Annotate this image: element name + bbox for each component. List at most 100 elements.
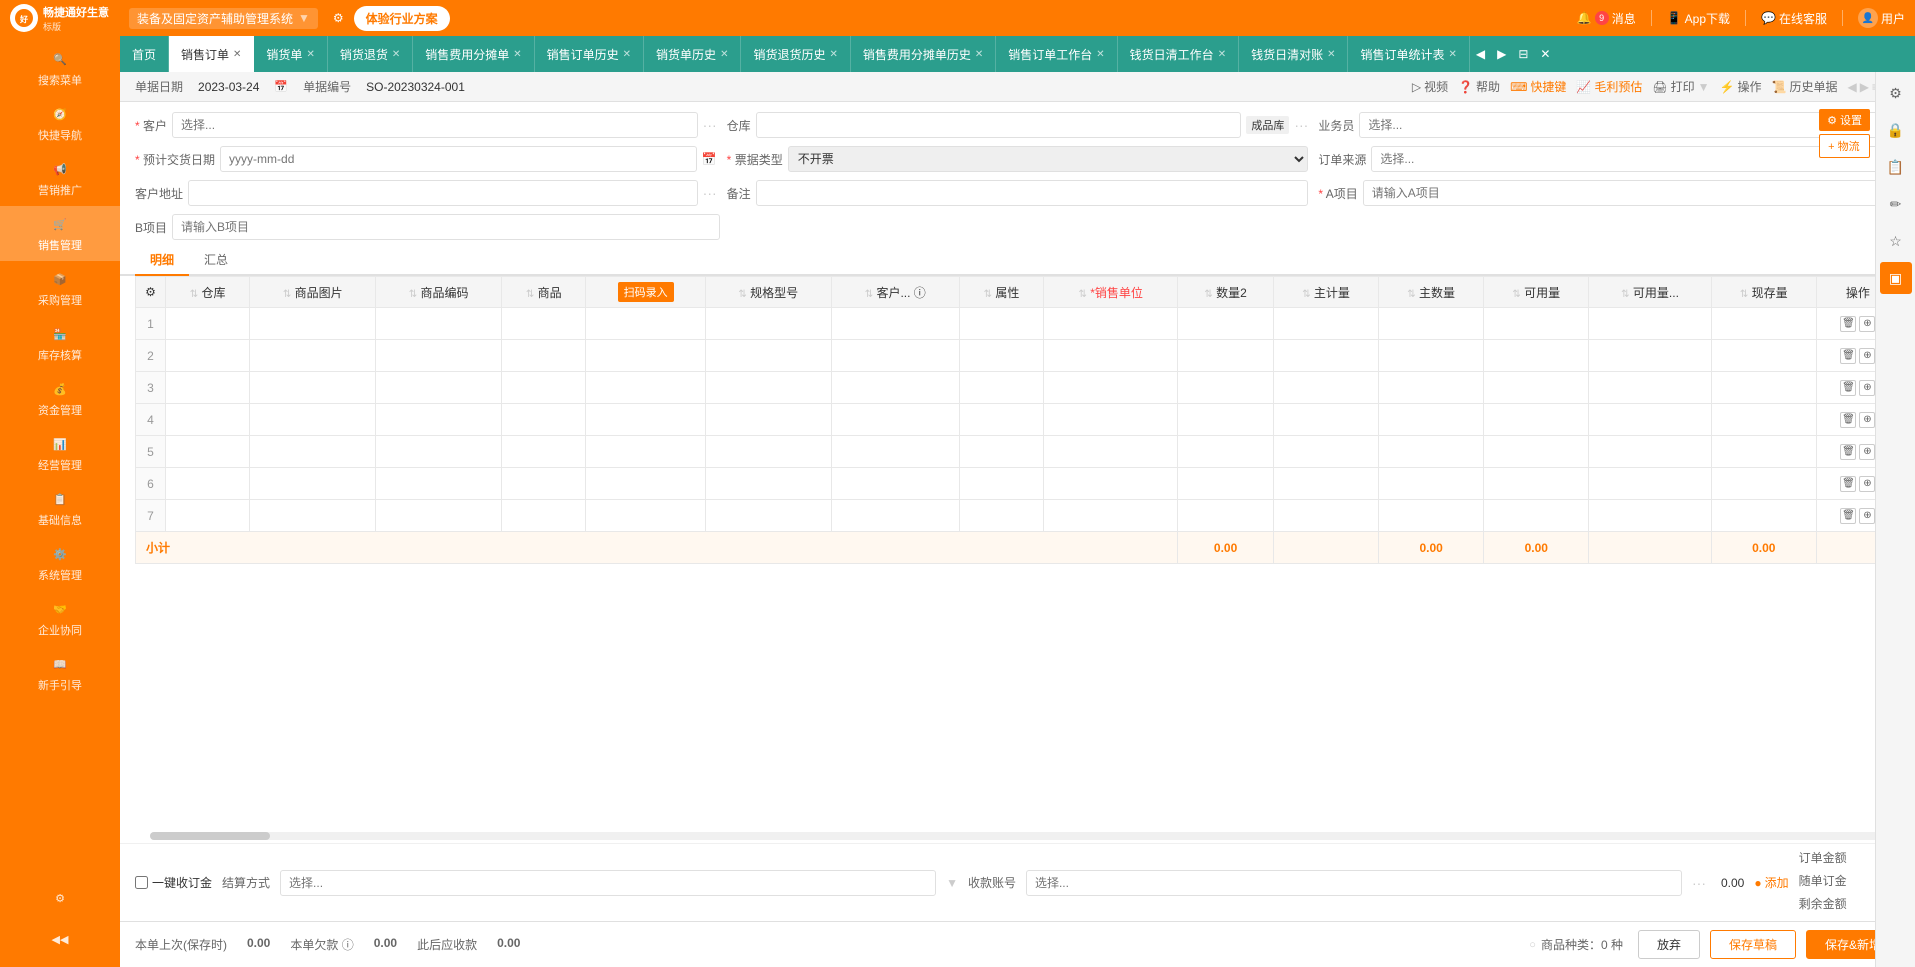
cell-qty2[interactable] bbox=[1178, 436, 1274, 468]
cell-available2[interactable] bbox=[1589, 404, 1711, 436]
tab-detail[interactable]: 明细 bbox=[135, 245, 189, 276]
cell-attr[interactable] bbox=[959, 500, 1043, 532]
cell-goods[interactable] bbox=[502, 340, 586, 372]
cell-image[interactable] bbox=[250, 500, 376, 532]
cell-goods[interactable] bbox=[502, 468, 586, 500]
cell-spec[interactable] bbox=[705, 500, 831, 532]
right-panel-settings-button[interactable]: ⚙ bbox=[1880, 77, 1912, 109]
cell-available[interactable] bbox=[1484, 340, 1589, 372]
tab-expense-history[interactable]: 销售费用分摊单历史 ✕ bbox=[851, 36, 996, 72]
cell-code[interactable] bbox=[376, 308, 502, 340]
account-input[interactable] bbox=[1026, 870, 1682, 896]
account-more-icon[interactable]: ··· bbox=[1692, 875, 1706, 891]
copy-row-icon[interactable]: ⊕ bbox=[1859, 316, 1875, 332]
history-button[interactable]: 📜 历史单据 bbox=[1771, 78, 1837, 95]
tab-summary[interactable]: 汇总 bbox=[189, 245, 243, 276]
delete-row-icon[interactable]: 🗑 bbox=[1840, 508, 1856, 524]
save-draft-button[interactable]: 保存草稿 bbox=[1710, 930, 1796, 959]
cell-image[interactable] bbox=[250, 372, 376, 404]
copy-row-icon[interactable]: ⊕ bbox=[1859, 348, 1875, 364]
customer-more-icon[interactable]: ··· bbox=[703, 117, 717, 133]
cell-warehouse[interactable] bbox=[166, 404, 250, 436]
quick-deposit-checkbox[interactable]: 一键收订金 bbox=[135, 874, 212, 891]
warehouse-more-icon[interactable]: ··· bbox=[1294, 117, 1308, 133]
sidebar-item-inventory[interactable]: 🏪 库存核算 bbox=[0, 316, 120, 371]
sidebar-item-marketing[interactable]: 📢 营销推广 bbox=[0, 151, 120, 206]
tab-close-all-button[interactable]: ✕ bbox=[1534, 36, 1556, 72]
cell-available2[interactable] bbox=[1589, 436, 1711, 468]
cell-spec[interactable] bbox=[705, 404, 831, 436]
cell-available[interactable] bbox=[1484, 436, 1589, 468]
remark-input[interactable] bbox=[756, 180, 1309, 206]
cell-current[interactable] bbox=[1711, 500, 1816, 532]
tab-close-icon[interactable]: ✕ bbox=[623, 49, 631, 60]
cell-spec[interactable] bbox=[705, 436, 831, 468]
tab-sales-return[interactable]: 销货退货 ✕ bbox=[328, 36, 413, 72]
right-panel-lock-button[interactable]: 🔒 bbox=[1880, 114, 1912, 146]
sidebar-item-guide[interactable]: 📖 新手引导 bbox=[0, 646, 120, 701]
right-panel-clipboard-button[interactable]: 📋 bbox=[1880, 151, 1912, 183]
discard-button[interactable]: 放弃 bbox=[1638, 930, 1700, 959]
print-button[interactable]: 🖨 打印 ▼ bbox=[1652, 78, 1709, 95]
cell-qty2[interactable] bbox=[1178, 404, 1274, 436]
profit-button[interactable]: 📈 毛利预估 bbox=[1576, 78, 1642, 95]
cell-customer_code[interactable] bbox=[831, 340, 959, 372]
cell-main_unit[interactable] bbox=[1274, 404, 1379, 436]
cell-attr[interactable] bbox=[959, 340, 1043, 372]
cell-goods[interactable] bbox=[502, 500, 586, 532]
cell-image[interactable] bbox=[250, 404, 376, 436]
cell-main_unit[interactable] bbox=[1274, 372, 1379, 404]
copy-row-icon[interactable]: ⊕ bbox=[1859, 476, 1875, 492]
nav-prev-icon[interactable]: ◀ bbox=[1847, 80, 1856, 94]
salesman-input[interactable] bbox=[1359, 112, 1881, 138]
copy-row-icon[interactable]: ⊕ bbox=[1859, 380, 1875, 396]
cell-main_unit[interactable] bbox=[1274, 468, 1379, 500]
tab-close-icon[interactable]: ✕ bbox=[720, 49, 728, 60]
system-title[interactable]: 装备及固定资产辅助管理系统 ▼ bbox=[129, 8, 318, 29]
sidebar-item-purchase[interactable]: 📦 采购管理 bbox=[0, 261, 120, 316]
cell-spec[interactable] bbox=[705, 468, 831, 500]
cell-customer_code[interactable] bbox=[831, 500, 959, 532]
help-button[interactable]: ❓ 帮助 bbox=[1458, 78, 1500, 95]
cell-image[interactable] bbox=[250, 468, 376, 500]
delivery-calendar-icon[interactable]: 📅 bbox=[702, 152, 717, 166]
cell-code[interactable] bbox=[376, 404, 502, 436]
cell-qty2[interactable] bbox=[1178, 372, 1274, 404]
payment-dropdown-icon[interactable]: ▼ bbox=[946, 876, 958, 890]
cell-attr[interactable] bbox=[959, 372, 1043, 404]
cell-warehouse[interactable] bbox=[166, 340, 250, 372]
cell-attr[interactable] bbox=[959, 404, 1043, 436]
sidebar-item-system[interactable]: ⚙️ 系统管理 bbox=[0, 536, 120, 591]
date-picker-icon[interactable]: 📅 bbox=[274, 80, 288, 93]
delete-row-icon[interactable]: 🗑 bbox=[1840, 476, 1856, 492]
nav-next-icon[interactable]: ▶ bbox=[1860, 80, 1869, 94]
cell-warehouse[interactable] bbox=[166, 468, 250, 500]
order-source-input[interactable] bbox=[1371, 146, 1883, 172]
cell-available[interactable] bbox=[1484, 308, 1589, 340]
cell-main_unit[interactable] bbox=[1274, 500, 1379, 532]
cell-goods[interactable] bbox=[502, 308, 586, 340]
cell-main_unit[interactable] bbox=[1274, 308, 1379, 340]
cell-main_qty[interactable] bbox=[1379, 500, 1484, 532]
tab-home[interactable]: 首页 bbox=[120, 36, 169, 72]
add-payment-button[interactable]: ● 添加 bbox=[1754, 874, 1788, 891]
tab-close-icon[interactable]: ✕ bbox=[513, 49, 521, 60]
tab-sales-stats[interactable]: 销售订单统计表 ✕ bbox=[1348, 36, 1469, 72]
cell-current[interactable] bbox=[1711, 308, 1816, 340]
cell-scan[interactable] bbox=[586, 340, 705, 372]
tab-close-icon[interactable]: ✕ bbox=[829, 49, 837, 60]
cell-customer_code[interactable] bbox=[831, 308, 959, 340]
cell-available[interactable] bbox=[1484, 372, 1589, 404]
cell-scan[interactable] bbox=[586, 308, 705, 340]
delete-row-icon[interactable]: 🗑 bbox=[1840, 380, 1856, 396]
tab-order-workbench[interactable]: 销售订单工作台 ✕ bbox=[996, 36, 1117, 72]
tab-daily-reconcile[interactable]: 钱货日清对账 ✕ bbox=[1239, 36, 1348, 72]
operation-button[interactable]: ⚡ 操作 bbox=[1720, 78, 1762, 95]
cell-current[interactable] bbox=[1711, 468, 1816, 500]
tab-sales-invoice[interactable]: 销货单 ✕ bbox=[254, 36, 327, 72]
cell-code[interactable] bbox=[376, 340, 502, 372]
warehouse-input[interactable] bbox=[756, 112, 1242, 138]
cell-unit[interactable] bbox=[1044, 468, 1178, 500]
cell-unit[interactable] bbox=[1044, 340, 1178, 372]
tab-close-icon[interactable]: ✕ bbox=[306, 49, 314, 60]
